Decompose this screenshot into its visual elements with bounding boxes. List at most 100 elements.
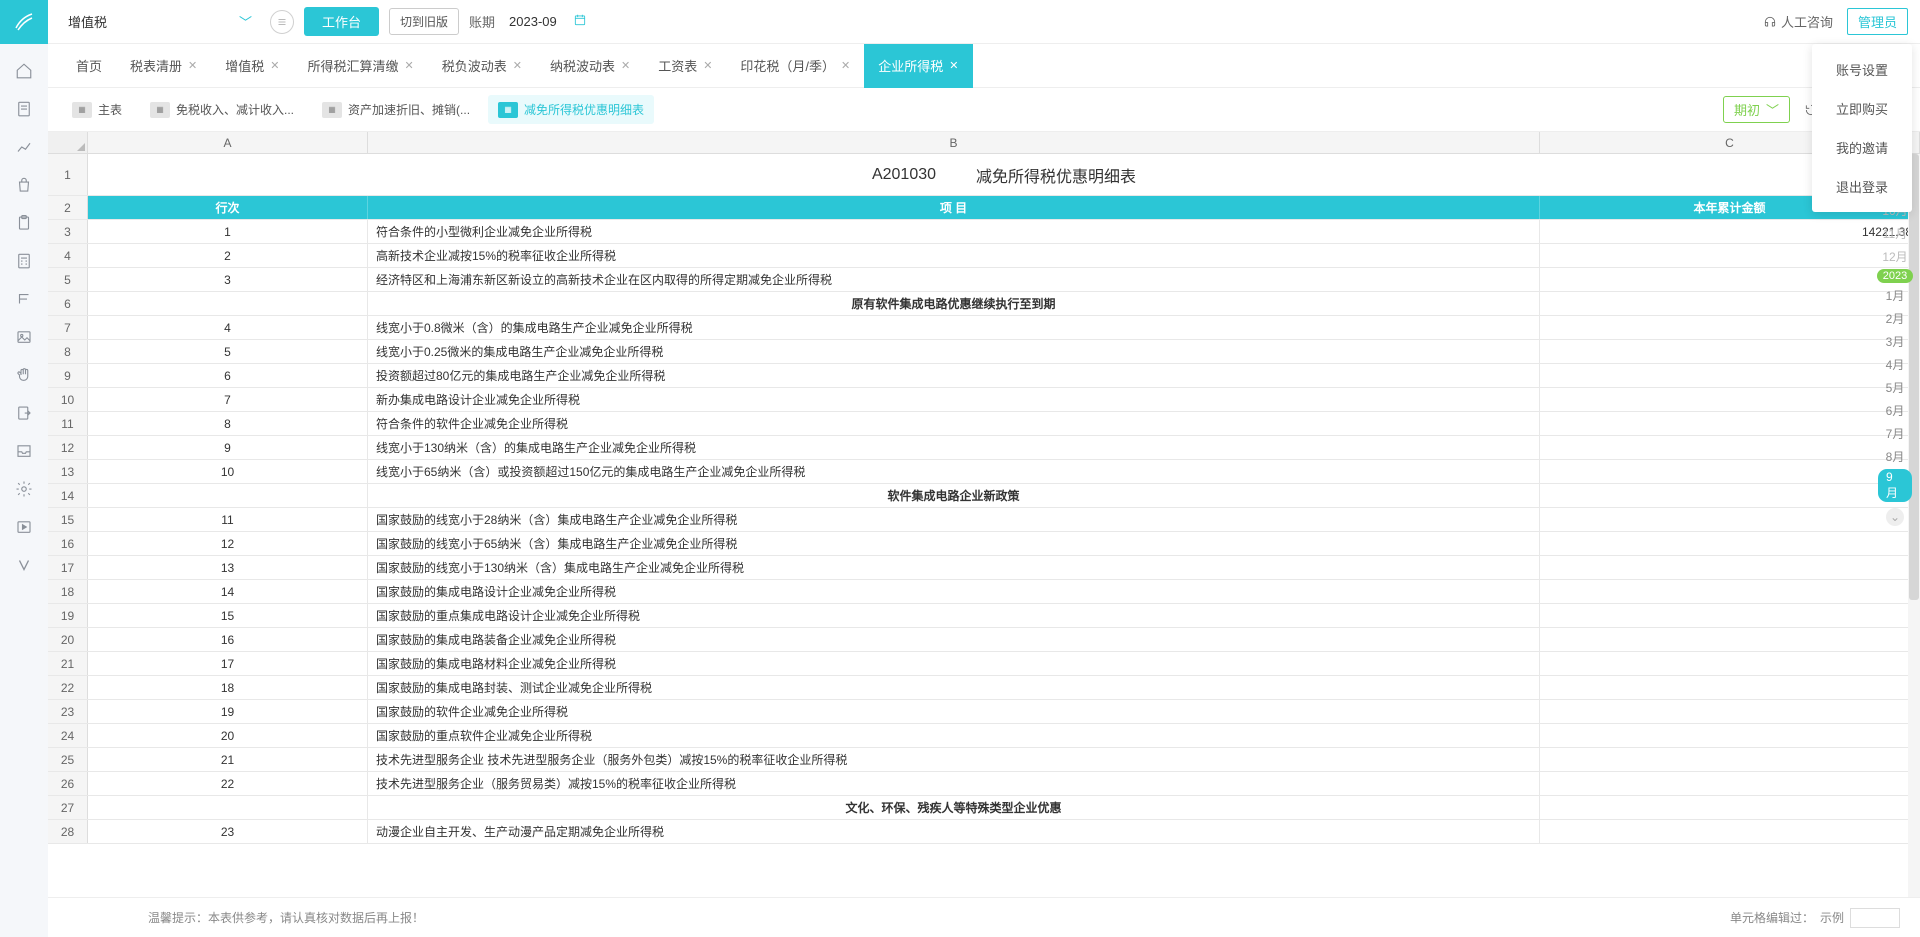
month-item[interactable]: 12月 [1878,246,1911,267]
row-number[interactable]: 13 [48,460,88,483]
row-number[interactable]: 9 [48,364,88,387]
cell-item[interactable]: 国家鼓励的重点软件企业减免企业所得税 [368,724,1540,747]
cell-amount[interactable]: 14221.38 [1540,220,1920,243]
cell-amount[interactable] [1540,700,1920,723]
row-number[interactable]: 28 [48,820,88,843]
cell-line-no[interactable] [88,292,368,315]
row-number[interactable]: 11 [48,412,88,435]
cell-amount[interactable] [1540,820,1920,843]
row-number[interactable]: 4 [48,244,88,267]
month-item[interactable]: 5月 [1882,377,1909,398]
select-all-corner[interactable] [48,132,88,153]
row-number[interactable]: 2 [48,196,88,219]
close-icon[interactable]: ✕ [703,59,712,72]
month-item[interactable]: 6月 [1882,400,1909,421]
month-item[interactable]: 7月 [1882,423,1909,444]
cell-amount[interactable] [1540,724,1920,747]
tab-5[interactable]: 纳税波动表✕ [536,44,644,88]
subtab-0[interactable]: ▦主表 [62,95,132,124]
cell-item[interactable]: 动漫企业自主开发、生产动漫产品定期减免企业所得税 [368,820,1540,843]
cell-amount[interactable] [1540,316,1920,339]
tab-8[interactable]: 企业所得税✕ [864,44,972,88]
tab-1[interactable]: 税表清册✕ [116,44,211,88]
workspace-button[interactable]: 工作台 [304,7,379,36]
month-item[interactable]: 4月 [1882,354,1909,375]
row-number[interactable]: 15 [48,508,88,531]
cell-amount[interactable] [1540,676,1920,699]
cell-item[interactable]: 线宽小于65纳米（含）或投资额超过150亿元的集成电路生产企业减免企业所得税 [368,460,1540,483]
cell-item[interactable]: 国家鼓励的线宽小于130纳米（含）集成电路生产企业减免企业所得税 [368,556,1540,579]
cell-line-no[interactable]: 13 [88,556,368,579]
cell-line-no[interactable]: 22 [88,772,368,795]
cell-item[interactable]: 线宽小于0.8微米（含）的集成电路生产企业减免企业所得税 [368,316,1540,339]
cell-line-no[interactable]: 4 [88,316,368,339]
cell-amount[interactable] [1540,268,1920,291]
user-menu-item-0[interactable]: 账号设置 [1812,50,1912,89]
cell-line-no[interactable]: 8 [88,412,368,435]
cell-item[interactable]: 软件集成电路企业新政策 [368,484,1540,507]
cell-amount[interactable] [1540,772,1920,795]
consult-link[interactable]: 人工咨询 [1763,12,1833,31]
cell-amount[interactable] [1540,556,1920,579]
row-number[interactable]: 18 [48,580,88,603]
cell-item[interactable]: 国家鼓励的集成电路装备企业减免企业所得税 [368,628,1540,651]
cell-amount[interactable] [1540,484,1920,507]
bag-icon[interactable] [0,166,48,204]
gear-icon[interactable] [0,470,48,508]
cell-item[interactable]: 国家鼓励的集成电路封装、测试企业减免企业所得税 [368,676,1540,699]
month-item[interactable]: 8月 [1882,446,1909,467]
subtab-2[interactable]: ▦资产加速折旧、摊销(... [312,95,480,124]
close-icon[interactable]: ✕ [949,59,958,72]
chart-icon[interactable] [0,128,48,166]
home-icon[interactable] [0,52,48,90]
row-number[interactable]: 19 [48,604,88,627]
cell-item[interactable]: 文化、环保、残疾人等特殊类型企业优惠 [368,796,1540,819]
image-icon[interactable] [0,318,48,356]
month-item[interactable]: 2月 [1882,308,1909,329]
row-number[interactable]: 22 [48,676,88,699]
cell-item[interactable]: 国家鼓励的重点集成电路设计企业减免企业所得税 [368,604,1540,627]
row-number[interactable]: 12 [48,436,88,459]
row-number[interactable]: 23 [48,700,88,723]
period-dropdown[interactable]: 期初 ﹀ [1723,96,1790,123]
tab-6[interactable]: 工资表✕ [644,44,726,88]
close-icon[interactable]: ✕ [513,59,522,72]
month-item[interactable]: 3月 [1882,331,1909,352]
cell-amount[interactable] [1540,340,1920,363]
cell-line-no[interactable]: 17 [88,652,368,675]
cell-line-no[interactable]: 15 [88,604,368,627]
cell-line-no[interactable]: 21 [88,748,368,771]
row-number[interactable]: 24 [48,724,88,747]
cell-line-no[interactable]: 19 [88,700,368,723]
tab-7[interactable]: 印花税（月/季）✕ [726,44,864,88]
tab-3[interactable]: 所得税汇算清缴✕ [293,44,427,88]
row-number[interactable]: 1 [48,154,88,195]
close-icon[interactable]: ✕ [188,59,197,72]
logo[interactable] [0,0,48,44]
cell-amount[interactable] [1540,460,1920,483]
calendar-icon[interactable] [573,13,587,30]
cell-line-no[interactable]: 20 [88,724,368,747]
cell-amount[interactable] [1540,580,1920,603]
cell-item[interactable]: 国家鼓励的线宽小于28纳米（含）集成电路生产企业减免企业所得税 [368,508,1540,531]
cell-item[interactable]: 技术先进型服务企业 技术先进型服务企业（服务外包类）减按15%的税率征收企业所得… [368,748,1540,771]
cell-amount[interactable] [1540,532,1920,555]
row-number[interactable]: 6 [48,292,88,315]
user-menu-item-1[interactable]: 立即购买 [1812,89,1912,128]
tab-0[interactable]: 首页 [62,44,116,88]
hand-icon[interactable] [0,356,48,394]
cell-line-no[interactable]: 16 [88,628,368,651]
cell-item[interactable]: 原有软件集成电路优惠继续执行至到期 [368,292,1540,315]
cell-line-no[interactable]: 1 [88,220,368,243]
cell-line-no[interactable] [88,796,368,819]
row-number[interactable]: 3 [48,220,88,243]
month-item[interactable]: 11月 [1879,223,1911,244]
cell-amount[interactable] [1540,436,1920,459]
row-number[interactable]: 25 [48,748,88,771]
row-number[interactable]: 20 [48,628,88,651]
inbox-icon[interactable] [0,432,48,470]
cell-line-no[interactable]: 11 [88,508,368,531]
close-icon[interactable]: ✕ [841,59,850,72]
tab-4[interactable]: 税负波动表✕ [428,44,536,88]
font-icon[interactable] [0,280,48,318]
